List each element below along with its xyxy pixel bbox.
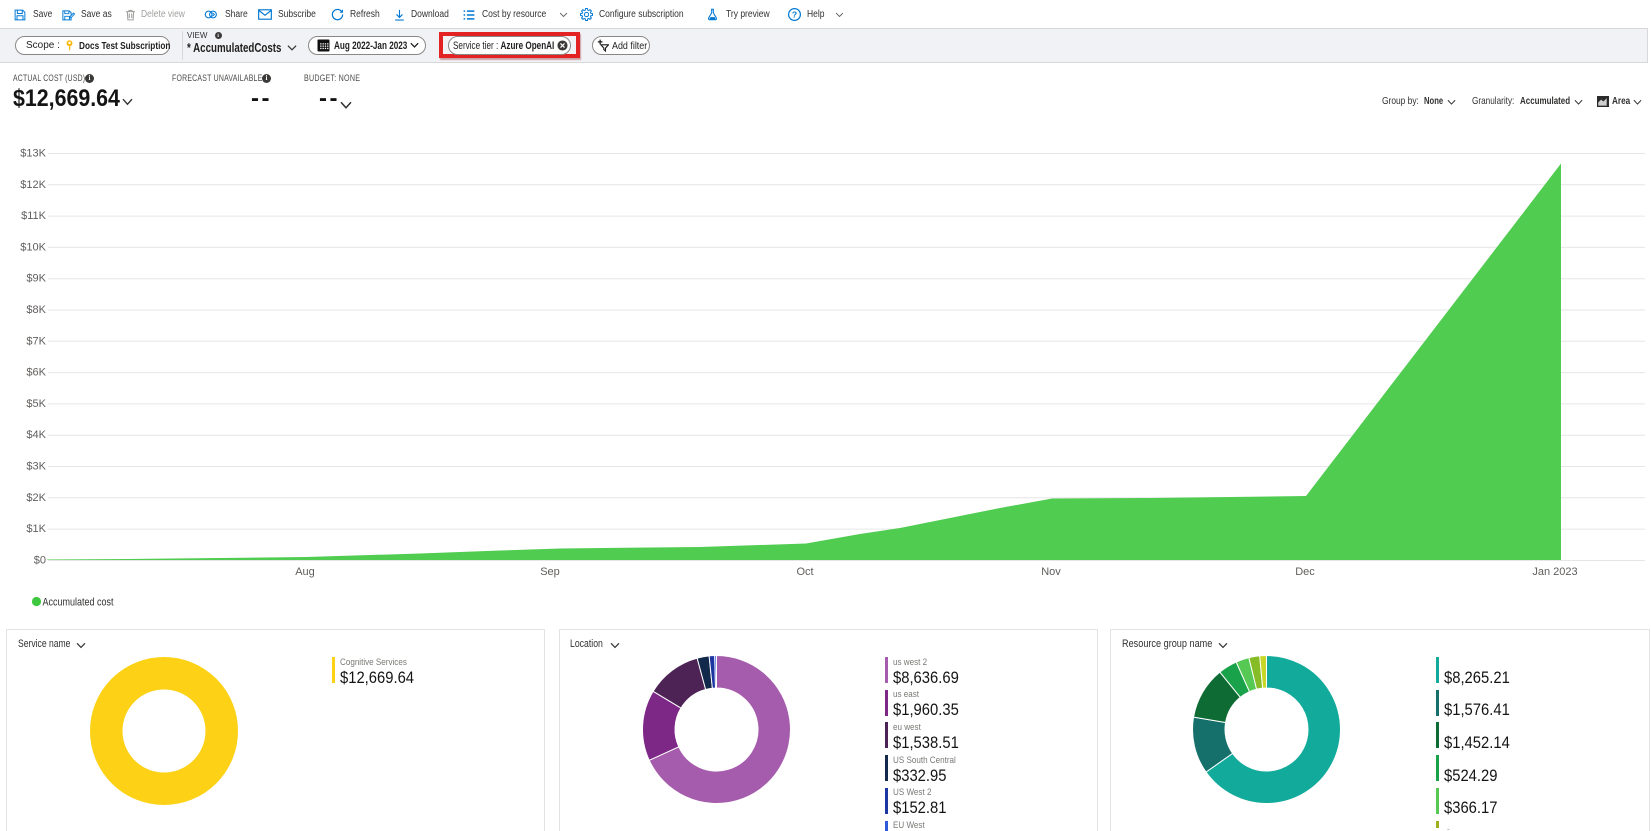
svg-text:$10K: $10K: [20, 241, 46, 253]
svg-text:Accumulated cost: Accumulated cost: [43, 597, 114, 609]
svg-text:Sep: Sep: [540, 566, 560, 578]
svg-text:Dec: Dec: [1295, 566, 1315, 578]
svg-text:$11K: $11K: [21, 210, 47, 222]
svg-text:$12K: $12K: [20, 179, 46, 191]
svg-text:$4K: $4K: [26, 429, 46, 441]
svg-text:Jan 2023: Jan 2023: [1532, 566, 1577, 578]
svg-text:$8K: $8K: [26, 304, 46, 316]
svg-text:$5K: $5K: [26, 398, 46, 410]
svg-text:?: ?: [792, 10, 797, 20]
svg-text:$6K: $6K: [26, 367, 46, 379]
svg-text:$3K: $3K: [26, 461, 46, 473]
svg-text:$1K: $1K: [26, 523, 46, 535]
svg-text:Nov: Nov: [1041, 566, 1061, 578]
svg-text:$13K: $13K: [20, 148, 46, 160]
svg-text:$9K: $9K: [26, 273, 46, 285]
svg-text:Oct: Oct: [796, 566, 813, 578]
svg-text:Aug: Aug: [295, 566, 315, 578]
svg-text:$0: $0: [34, 554, 46, 566]
svg-text:$7K: $7K: [26, 335, 46, 347]
svg-text:$2K: $2K: [26, 492, 46, 504]
